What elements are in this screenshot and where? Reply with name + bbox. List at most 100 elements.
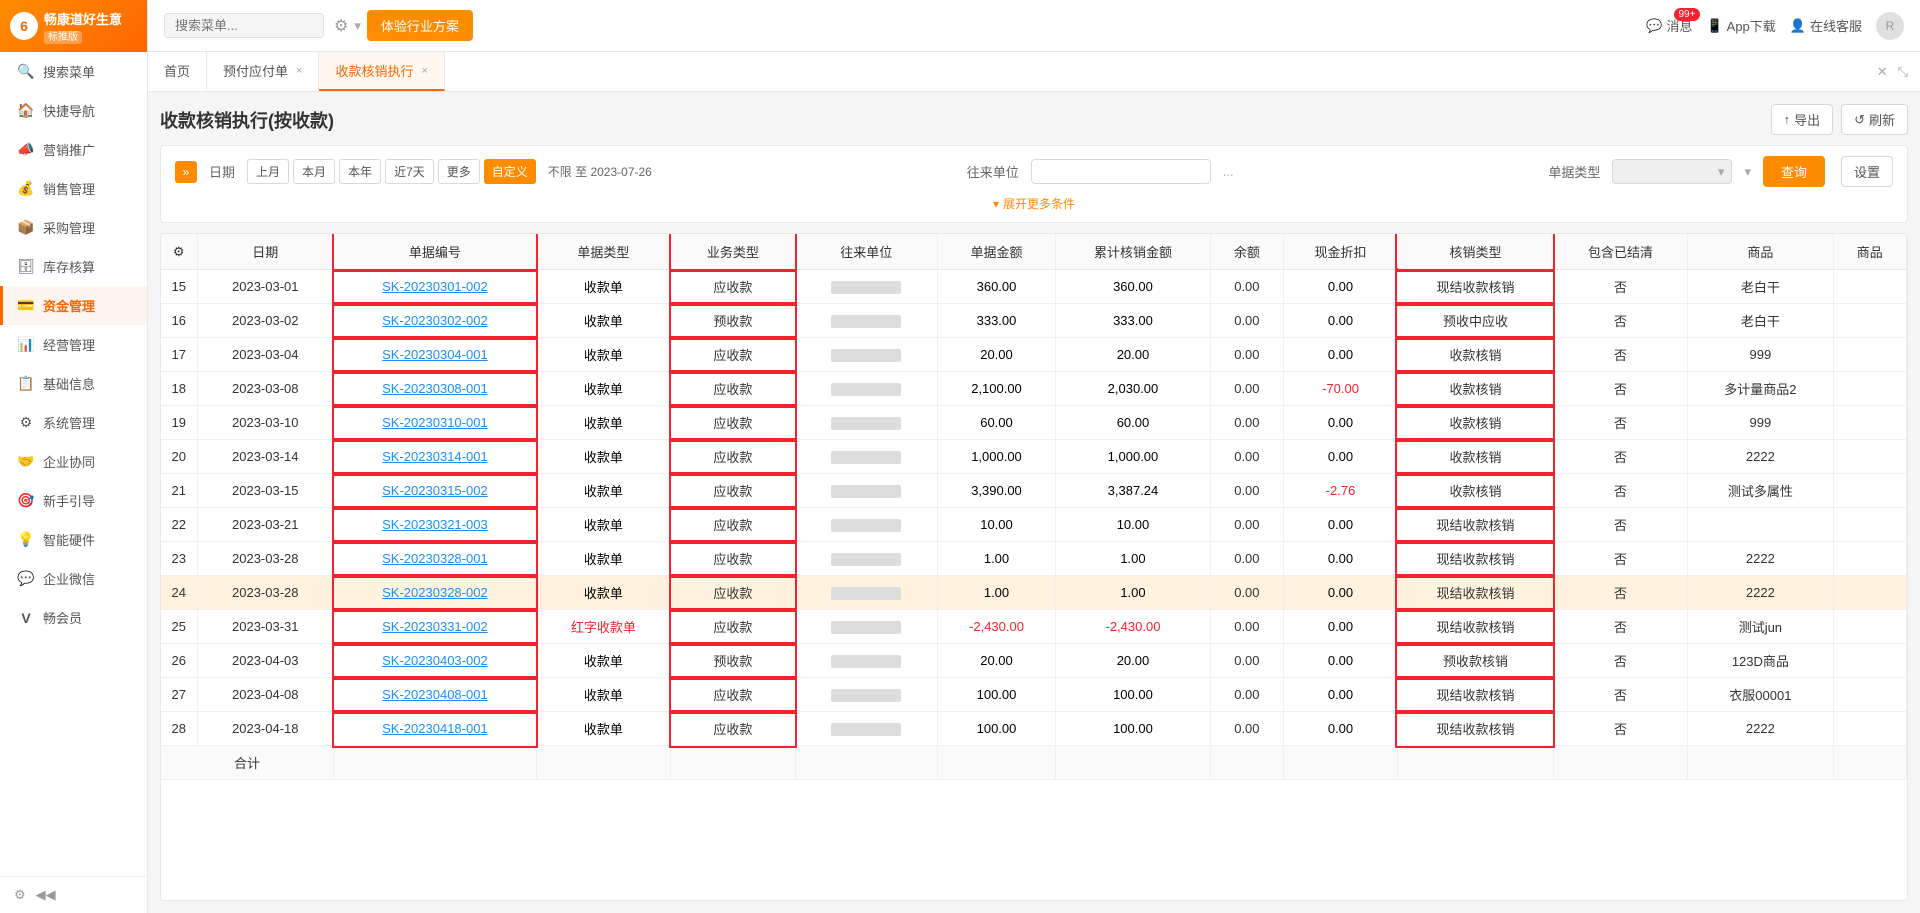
th-include-settled[interactable]: 包含已结清 [1553, 234, 1687, 270]
doc-no-link[interactable]: SK-20230328-002 [382, 585, 488, 600]
cell-cancel-type: 预收款核销 [1397, 644, 1553, 678]
doc-no-link[interactable]: SK-20230314-001 [382, 449, 488, 464]
th-gear[interactable]: ⚙ [161, 234, 197, 270]
cell-include-settled: 否 [1553, 576, 1687, 610]
doc-no-link[interactable]: SK-20230403-002 [382, 653, 488, 668]
filter-date-thisyear[interactable]: 本年 [339, 159, 381, 184]
page-actions: ↑ 导出 ↺ 刷新 [1771, 104, 1908, 135]
table-row[interactable]: 21 2023-03-15 SK-20230315-002 收款单 应收款 3,… [161, 474, 1907, 508]
sidebar-item-operation[interactable]: 📊 经营管理 [0, 325, 147, 364]
table-row[interactable]: 26 2023-04-03 SK-20230403-002 收款单 预收款 20… [161, 644, 1907, 678]
cell-amount: 1.00 [937, 542, 1055, 576]
sidebar-item-quicknav[interactable]: 🏠 快捷导航 [0, 91, 147, 130]
doc-no-link[interactable]: SK-20230418-001 [382, 721, 488, 736]
th-amount[interactable]: 单据金额 [937, 234, 1055, 270]
table-row[interactable]: 15 2023-03-01 SK-20230301-002 收款单 应收款 36… [161, 270, 1907, 304]
sidebar-item-sales[interactable]: 💰 销售管理 [0, 169, 147, 208]
doc-no-link[interactable]: SK-20230331-002 [382, 619, 488, 634]
th-doc-no[interactable]: 单据编号 [334, 234, 537, 270]
table-row[interactable]: 19 2023-03-10 SK-20230310-001 收款单 应收款 60… [161, 406, 1907, 440]
tab-close-prepay[interactable]: × [296, 65, 302, 77]
cell-cash-discount: 0.00 [1284, 508, 1398, 542]
th-total-cancel[interactable]: 累计核销金额 [1056, 234, 1210, 270]
sidebar-item-marketing[interactable]: 📣 营销推广 [0, 130, 147, 169]
tab-close-collection[interactable]: × [421, 65, 427, 77]
cell-cancel-type: 预收中应收 [1397, 304, 1553, 338]
tab-expand-icon[interactable]: ⤡ [1898, 64, 1908, 80]
th-biz-type[interactable]: 业务类型 [671, 234, 796, 270]
setting-button[interactable]: 设置 [1841, 156, 1893, 187]
sidebar-item-capital[interactable]: 💳 资金管理 [0, 286, 147, 325]
doc-no-link[interactable]: SK-20230328-001 [382, 551, 488, 566]
th-goods2[interactable]: 商品 [1833, 234, 1906, 270]
doc-no-link[interactable]: SK-20230408-001 [382, 687, 488, 702]
table-row[interactable]: 25 2023-03-31 SK-20230331-002 红字收款单 应收款 … [161, 610, 1907, 644]
app-download-button[interactable]: 📱 App下载 [1706, 16, 1775, 35]
th-date[interactable]: 日期 [197, 234, 334, 270]
voucher-type-select[interactable] [1612, 159, 1732, 184]
table-row[interactable]: 16 2023-03-02 SK-20230302-002 收款单 预收款 33… [161, 304, 1907, 338]
doc-no-link[interactable]: SK-20230304-001 [382, 347, 488, 362]
cell-no: 27 [161, 678, 197, 712]
tab-prepay[interactable]: 预付应付单 × [207, 52, 319, 91]
export-button[interactable]: ↑ 导出 [1771, 104, 1834, 135]
partner-input[interactable] [1031, 159, 1211, 184]
cell-total-cancel: 360.00 [1056, 270, 1210, 304]
th-goods[interactable]: 商品 [1688, 234, 1833, 270]
cell-no: 24 [161, 576, 197, 610]
th-balance[interactable]: 余额 [1210, 234, 1283, 270]
sidebar-item-inventory[interactable]: 🗄 库存核算 [0, 247, 147, 286]
th-cancel-type[interactable]: 核销类型 [1397, 234, 1553, 270]
doc-no-link[interactable]: SK-20230308-001 [382, 381, 488, 396]
tab-collection[interactable]: 收款核销执行 × [319, 52, 444, 91]
cell-goods: 多计量商品2 [1688, 372, 1833, 406]
query-button[interactable]: 查询 [1763, 156, 1825, 187]
collapse-icon[interactable]: ◀◀ [36, 887, 56, 903]
filter-date-lastmonth[interactable]: 上月 [247, 159, 289, 184]
topbar-breadcrumb: ⚙ ▾ 体验行业方案 [164, 10, 1636, 41]
th-partner[interactable]: 往来单位 [795, 234, 937, 270]
filter-expand-btn[interactable]: » [175, 161, 197, 183]
table-row[interactable]: 23 2023-03-28 SK-20230328-001 收款单 应收款 1.… [161, 542, 1907, 576]
topbar: ⚙ ▾ 体验行业方案 💬 消息 99+ 📱 App下载 👤 在线客服 R [148, 0, 1920, 52]
online-service-button[interactable]: 👤 在线客服 [1790, 16, 1862, 35]
table-row[interactable]: 24 2023-03-28 SK-20230328-002 收款单 应收款 1.… [161, 576, 1907, 610]
sidebar-item-search[interactable]: 🔍 搜索菜单 [0, 52, 147, 91]
table-row[interactable]: 28 2023-04-18 SK-20230418-001 收款单 应收款 10… [161, 712, 1907, 746]
sidebar-item-member[interactable]: V 畅会员 [0, 598, 147, 637]
sidebar-item-system[interactable]: ⚙ 系统管理 [0, 403, 147, 442]
search-input[interactable] [164, 13, 324, 38]
doc-no-link[interactable]: SK-20230321-003 [382, 517, 488, 532]
sidebar-item-hardware[interactable]: 💡 智能硬件 [0, 520, 147, 559]
table-row[interactable]: 27 2023-04-08 SK-20230408-001 收款单 应收款 10… [161, 678, 1907, 712]
user-avatar[interactable]: R [1876, 12, 1904, 40]
doc-no-link[interactable]: SK-20230301-002 [382, 279, 488, 294]
message-button[interactable]: 💬 消息 99+ [1646, 16, 1692, 35]
th-cash-discount[interactable]: 现金折扣 [1284, 234, 1398, 270]
table-row[interactable]: 17 2023-03-04 SK-20230304-001 收款单 应收款 20… [161, 338, 1907, 372]
filter-date-thismonth[interactable]: 本月 [293, 159, 335, 184]
filter-date-more[interactable]: 更多 [438, 159, 480, 184]
cell-amount: -2,430.00 [937, 610, 1055, 644]
table-row[interactable]: 18 2023-03-08 SK-20230308-001 收款单 应收款 2,… [161, 372, 1907, 406]
expand-conditions-btn[interactable]: ▾ 展开更多条件 [993, 195, 1075, 212]
tab-close-icon[interactable]: ✕ [1877, 64, 1888, 80]
table-row[interactable]: 22 2023-03-21 SK-20230321-003 收款单 应收款 10… [161, 508, 1907, 542]
th-doc-type[interactable]: 单据类型 [536, 234, 670, 270]
doc-no-link[interactable]: SK-20230310-001 [382, 415, 488, 430]
doc-no-link[interactable]: SK-20230302-002 [382, 313, 488, 328]
sidebar-item-wechat[interactable]: 💬 企业微信 [0, 559, 147, 598]
trial-button[interactable]: 体验行业方案 [367, 10, 473, 41]
table-row[interactable]: 20 2023-03-14 SK-20230314-001 收款单 应收款 1,… [161, 440, 1907, 474]
sidebar-item-enterprise[interactable]: 🤝 企业协同 [0, 442, 147, 481]
sidebar-item-basic[interactable]: 📋 基础信息 [0, 364, 147, 403]
settings-icon[interactable]: ⚙ [14, 887, 26, 903]
doc-no-link[interactable]: SK-20230315-002 [382, 483, 488, 498]
tab-home[interactable]: 首页 [148, 52, 207, 91]
sidebar-item-purchase[interactable]: 📦 采购管理 [0, 208, 147, 247]
refresh-button[interactable]: ↺ 刷新 [1841, 104, 1908, 135]
gear-icon[interactable]: ⚙ [334, 16, 348, 36]
sidebar-item-newguide[interactable]: 🎯 新手引导 [0, 481, 147, 520]
filter-date-7days[interactable]: 近7天 [385, 159, 434, 184]
filter-custom-btn[interactable]: 自定义 [484, 159, 536, 184]
